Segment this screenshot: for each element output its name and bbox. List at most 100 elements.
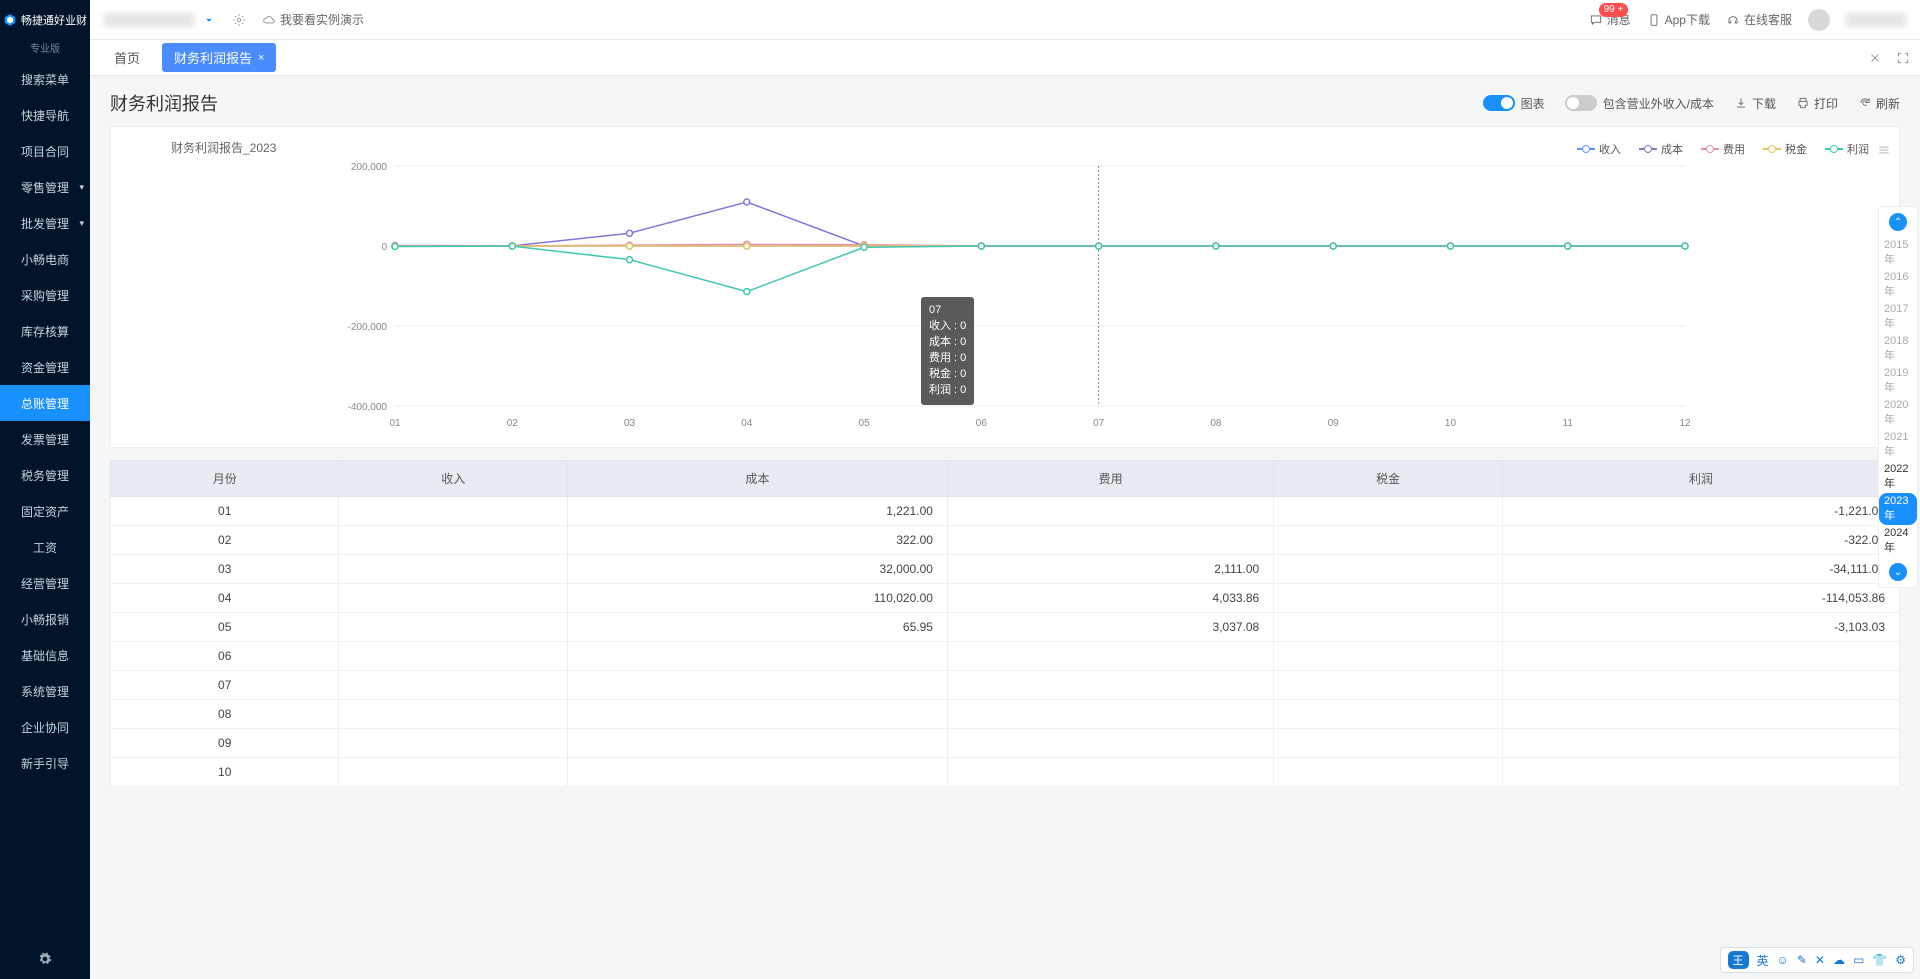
year-option[interactable]: 2023年 xyxy=(1879,493,1917,525)
year-option[interactable]: 2015年 xyxy=(1879,237,1917,269)
toggle-extra-label: 包含营业外收入/成本 xyxy=(1603,95,1714,112)
table-row: 02322.00-322.00 xyxy=(111,526,1900,555)
tabs: 首页财务利润报告× xyxy=(90,40,1920,76)
avatar[interactable] xyxy=(1808,9,1830,31)
download-icon xyxy=(1734,96,1748,110)
svg-text:11: 11 xyxy=(1563,418,1574,429)
table-header: 税金 xyxy=(1274,461,1502,497)
year-option[interactable]: 2022年 xyxy=(1879,461,1917,493)
sidebar: 畅捷通好业财 专业版 搜索菜单快捷导航项目合同零售管理▾批发管理▾小畅电商采购管… xyxy=(0,0,90,979)
chevron-down-icon: ▾ xyxy=(79,218,84,229)
gear-icon[interactable] xyxy=(38,952,52,966)
legend-item[interactable]: 收入 xyxy=(1577,141,1621,157)
table-row: 06 xyxy=(111,642,1900,671)
year-option[interactable]: 2019年 xyxy=(1879,365,1917,397)
print-button[interactable]: 打印 xyxy=(1796,95,1838,112)
brand-logo: 畅捷通好业财 xyxy=(0,0,90,40)
sidebar-item-4[interactable]: 批发管理▾ xyxy=(0,205,90,241)
messages-badge: 99 + xyxy=(1599,3,1629,17)
svg-text:-400,000: -400,000 xyxy=(348,402,388,413)
svg-text:12: 12 xyxy=(1679,418,1691,429)
refresh-button[interactable]: 刷新 xyxy=(1858,95,1900,112)
legend-item[interactable]: 成本 xyxy=(1639,141,1683,157)
year-option[interactable]: 2016年 xyxy=(1879,269,1917,301)
year-scroll-down[interactable]: ⌄ xyxy=(1889,563,1907,581)
chart-menu-icon[interactable] xyxy=(1877,143,1891,157)
svg-text:07: 07 xyxy=(1093,418,1105,429)
toggle-chart[interactable] xyxy=(1483,95,1515,111)
sidebar-item-15[interactable]: 小畅报销 xyxy=(0,601,90,637)
refresh-icon xyxy=(1858,96,1872,110)
page-title: 财务利润报告 xyxy=(110,90,218,116)
legend-swatch xyxy=(1825,145,1843,153)
messages-link[interactable]: 99 + 消息 xyxy=(1589,11,1631,28)
svg-text:04: 04 xyxy=(741,418,753,429)
legend-item[interactable]: 税金 xyxy=(1763,141,1807,157)
svg-text:06: 06 xyxy=(976,418,988,429)
year-option[interactable]: 2017年 xyxy=(1879,301,1917,333)
table-row: 07 xyxy=(111,671,1900,700)
sidebar-item-5[interactable]: 小畅电商 xyxy=(0,241,90,277)
sidebar-item-17[interactable]: 系统管理 xyxy=(0,673,90,709)
fullscreen-icon[interactable] xyxy=(1896,51,1910,65)
year-option[interactable]: 2021年 xyxy=(1879,429,1917,461)
chart-tooltip: 07收入 : 0成本 : 0费用 : 0税金 : 0利润 : 0 xyxy=(921,297,974,405)
ime-pill: 王 xyxy=(1728,951,1749,969)
sidebar-item-13[interactable]: 工资 xyxy=(0,529,90,565)
app-download-link[interactable]: App下载 xyxy=(1647,11,1710,28)
year-scroll-up[interactable]: ⌃ xyxy=(1889,213,1907,231)
svg-text:0: 0 xyxy=(381,242,387,253)
svg-text:200,000: 200,000 xyxy=(351,162,388,173)
chart-plot: -400,000-200,0000200,0000102030405060708… xyxy=(131,156,1879,436)
nav: 搜索菜单快捷导航项目合同零售管理▾批发管理▾小畅电商采购管理库存核算资金管理总账… xyxy=(0,61,90,939)
tab-0[interactable]: 首页 xyxy=(102,43,152,72)
sidebar-item-10[interactable]: 发票管理 xyxy=(0,421,90,457)
cloud-icon xyxy=(262,13,276,27)
sidebar-item-9[interactable]: 总账管理 xyxy=(0,385,90,421)
sidebar-item-16[interactable]: 基础信息 xyxy=(0,637,90,673)
svg-text:05: 05 xyxy=(859,418,871,429)
sidebar-item-11[interactable]: 税务管理 xyxy=(0,457,90,493)
demo-link[interactable]: 我要看实例演示 xyxy=(262,11,364,28)
ime-tray[interactable]: 王 英 ☺✎✕☁▭👕⚙ xyxy=(1720,947,1914,973)
sidebar-item-6[interactable]: 采购管理 xyxy=(0,277,90,313)
table-header: 成本 xyxy=(567,461,947,497)
sidebar-item-14[interactable]: 经营管理 xyxy=(0,565,90,601)
svg-text:02: 02 xyxy=(507,418,519,429)
table-row: 08 xyxy=(111,700,1900,729)
year-option[interactable]: 2018年 xyxy=(1879,333,1917,365)
year-option[interactable]: 2024年 xyxy=(1879,525,1917,557)
toggle-extra[interactable] xyxy=(1565,95,1597,111)
support-link[interactable]: 在线客服 xyxy=(1726,11,1792,28)
brand-name: 畅捷通好业财 xyxy=(21,12,87,28)
chart-card: 财务利润报告_2023 收入成本费用税金利润 -400,000-200,0000… xyxy=(110,126,1900,448)
table-header: 收入 xyxy=(339,461,567,497)
print-icon xyxy=(1796,96,1810,110)
year-rail: ⌃ 2015年2016年2017年2018年2019年2020年2021年202… xyxy=(1878,206,1918,588)
download-button[interactable]: 下载 xyxy=(1734,95,1776,112)
chart-legend: 收入 成本 费用 税金 利润 xyxy=(1577,141,1869,157)
sidebar-item-7[interactable]: 库存核算 xyxy=(0,313,90,349)
legend-swatch xyxy=(1639,145,1657,153)
legend-item[interactable]: 费用 xyxy=(1701,141,1745,157)
chevron-down-icon: ▾ xyxy=(79,182,84,193)
sidebar-item-0[interactable]: 搜索菜单 xyxy=(0,61,90,97)
year-option[interactable]: 2020年 xyxy=(1879,397,1917,429)
sidebar-item-3[interactable]: 零售管理▾ xyxy=(0,169,90,205)
sidebar-item-2[interactable]: 项目合同 xyxy=(0,133,90,169)
close-icon[interactable]: × xyxy=(258,52,264,64)
sidebar-item-8[interactable]: 资金管理 xyxy=(0,349,90,385)
legend-item[interactable]: 利润 xyxy=(1825,141,1869,157)
table-header: 费用 xyxy=(947,461,1273,497)
tab-1[interactable]: 财务利润报告× xyxy=(162,43,276,72)
settings-icon[interactable] xyxy=(232,13,246,27)
close-all-icon[interactable] xyxy=(1868,51,1882,65)
sidebar-item-18[interactable]: 企业协同 xyxy=(0,709,90,745)
org-selector[interactable] xyxy=(104,13,216,27)
svg-text:09: 09 xyxy=(1328,418,1340,429)
sidebar-item-19[interactable]: 新手引导 xyxy=(0,745,90,781)
sidebar-item-12[interactable]: 固定资产 xyxy=(0,493,90,529)
sidebar-item-1[interactable]: 快捷导航 xyxy=(0,97,90,133)
svg-text:-200,000: -200,000 xyxy=(348,322,388,333)
brand-edition: 专业版 xyxy=(0,40,90,61)
